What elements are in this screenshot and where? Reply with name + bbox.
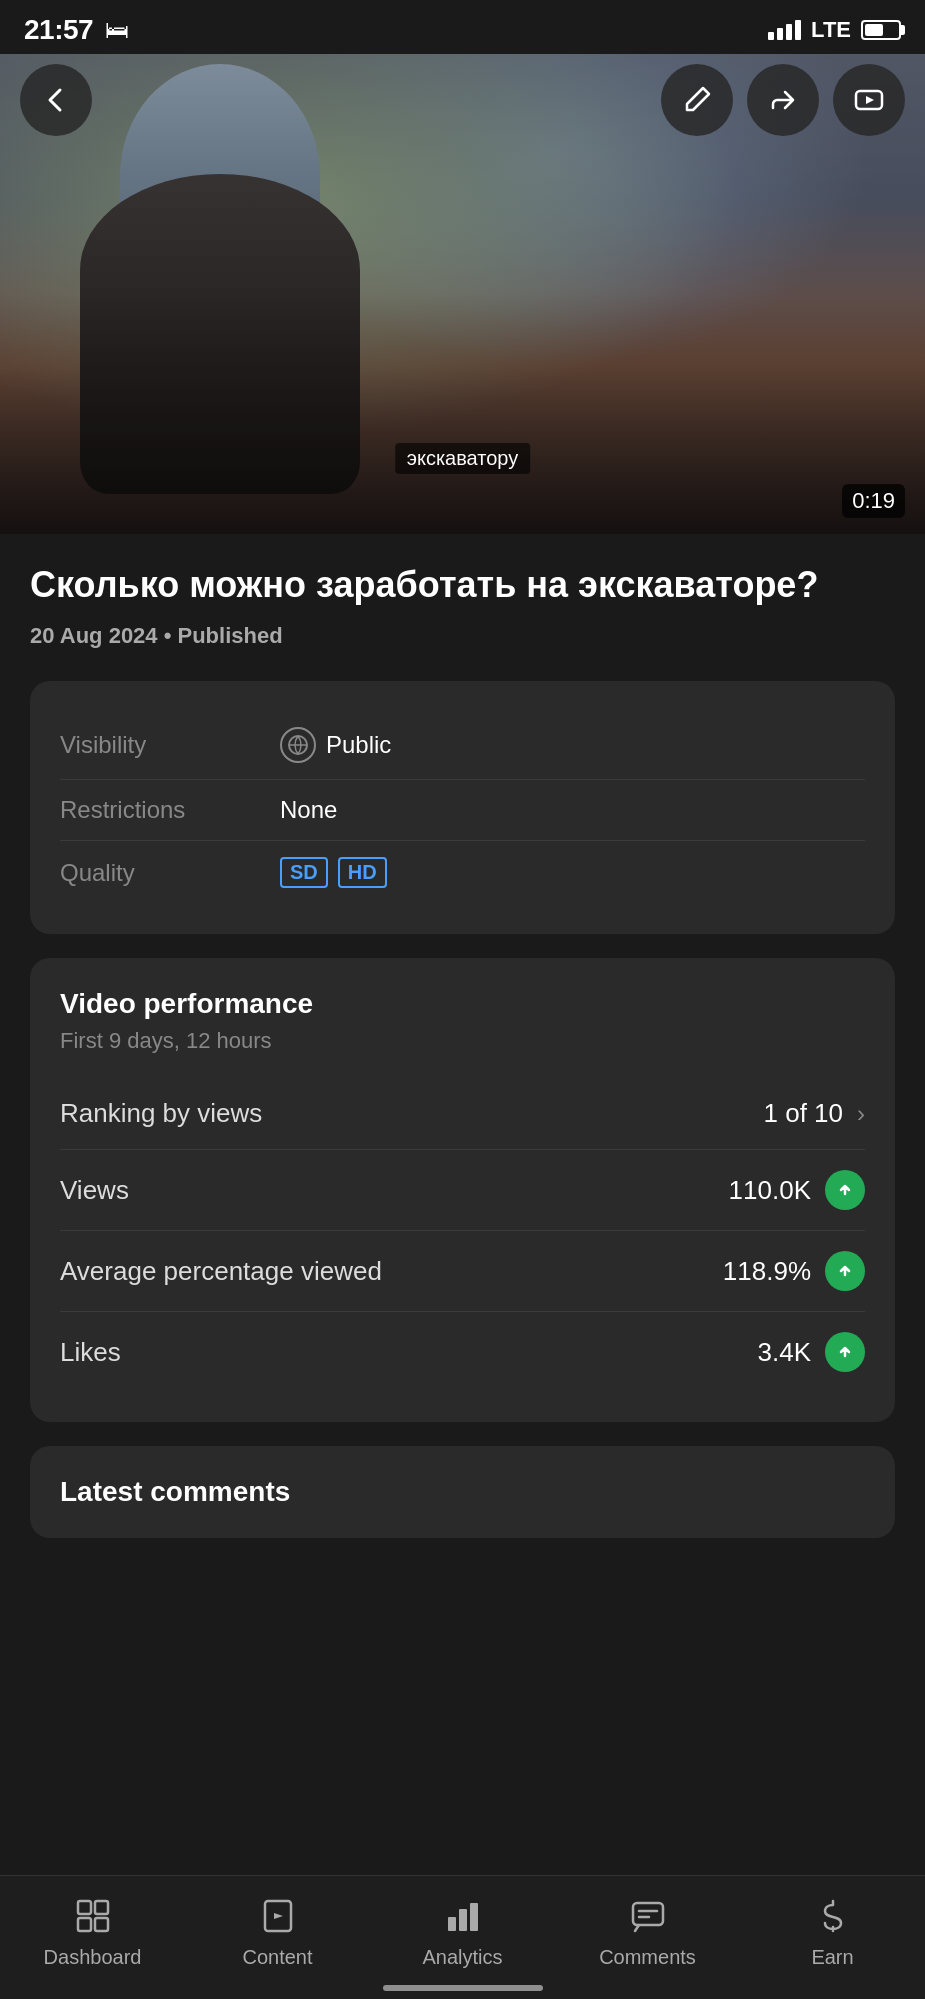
views-value: 110.0K <box>729 1170 865 1210</box>
comments-card: Latest comments <box>30 1446 895 1538</box>
restrictions-value: None <box>280 796 337 824</box>
svg-rect-5 <box>95 1918 108 1931</box>
quality-value: SD HD <box>280 857 387 888</box>
back-button[interactable] <box>20 64 92 136</box>
svg-rect-7 <box>448 1917 456 1931</box>
back-icon <box>40 84 72 116</box>
toolbar-right-buttons <box>661 64 905 136</box>
views-label: Views <box>60 1175 129 1206</box>
svg-rect-4 <box>78 1918 91 1931</box>
edit-icon <box>681 84 713 116</box>
comments-title: Latest comments <box>60 1476 865 1508</box>
quality-row: Quality SD HD <box>60 841 865 904</box>
globe-svg <box>286 733 310 757</box>
quality-label: Quality <box>60 859 280 887</box>
avg-percentage-row: Average percentage viewed 118.9% <box>60 1231 865 1312</box>
home-indicator <box>383 1985 543 1991</box>
views-row: Views 110.0K <box>60 1150 865 1231</box>
ranking-row[interactable]: Ranking by views 1 of 10 › <box>60 1078 865 1150</box>
video-toolbar <box>0 64 925 136</box>
status-bar: 21:57 🛏 LTE <box>0 0 925 54</box>
comments-label: Comments <box>599 1946 696 1969</box>
edit-button[interactable] <box>661 64 733 136</box>
svg-rect-9 <box>470 1903 478 1931</box>
views-number: 110.0K <box>729 1175 811 1206</box>
avg-trend-up-icon <box>825 1251 865 1291</box>
content-icon <box>256 1894 300 1938</box>
earn-icon <box>811 1894 855 1938</box>
likes-value: 3.4K <box>758 1332 866 1372</box>
info-card: Visibility Public Restrictions None Qual… <box>30 681 895 934</box>
video-title: Сколько можно заработать на экскаваторе? <box>30 562 895 607</box>
earn-label: Earn <box>811 1946 853 1969</box>
video-duration-badge: 0:19 <box>842 484 905 518</box>
avg-percentage-number: 118.9% <box>723 1256 811 1287</box>
bottom-spacer <box>30 1562 895 1722</box>
status-icons: LTE <box>768 17 901 43</box>
lte-label: LTE <box>811 17 851 43</box>
nav-dashboard[interactable]: Dashboard <box>33 1894 153 1969</box>
sleep-icon: 🛏 <box>105 16 129 44</box>
svg-rect-10 <box>633 1903 663 1925</box>
views-trend-up-icon <box>825 1170 865 1210</box>
restrictions-row: Restrictions None <box>60 780 865 841</box>
likes-trend-up-icon <box>825 1332 865 1372</box>
nav-analytics[interactable]: Analytics <box>403 1894 523 1969</box>
analytics-icon <box>441 1894 485 1938</box>
signal-bars <box>768 20 801 40</box>
ranking-number: 1 of 10 <box>763 1098 843 1129</box>
video-thumbnail[interactable]: экскаватору 0:19 <box>0 54 925 534</box>
content-label: Content <box>242 1946 312 1969</box>
video-caption-text: экскаватору <box>395 443 531 474</box>
performance-card: Video performance First 9 days, 12 hours… <box>30 958 895 1422</box>
likes-label: Likes <box>60 1337 121 1368</box>
hd-badge: HD <box>338 857 387 888</box>
dashboard-label: Dashboard <box>44 1946 142 1969</box>
svg-rect-3 <box>95 1901 108 1914</box>
globe-icon <box>280 727 316 763</box>
youtube-button[interactable] <box>833 64 905 136</box>
visibility-label: Visibility <box>60 731 280 759</box>
avg-percentage-label: Average percentage viewed <box>60 1256 382 1287</box>
visibility-row: Visibility Public <box>60 711 865 780</box>
share-button[interactable] <box>747 64 819 136</box>
performance-title: Video performance <box>60 988 865 1020</box>
video-meta: 20 Aug 2024 • Published <box>30 623 895 649</box>
nav-comments[interactable]: Comments <box>588 1894 708 1969</box>
sd-badge: SD <box>280 857 328 888</box>
analytics-label: Analytics <box>422 1946 502 1969</box>
bottom-nav: Dashboard Content Analytics <box>0 1875 925 1999</box>
chevron-right-icon: › <box>857 1100 865 1128</box>
visibility-value: Public <box>280 727 391 763</box>
youtube-icon <box>853 84 885 116</box>
svg-rect-2 <box>78 1901 91 1914</box>
ranking-label: Ranking by views <box>60 1098 262 1129</box>
status-time: 21:57 <box>24 14 93 46</box>
battery-icon <box>861 20 901 40</box>
content-area: Сколько можно заработать на экскаваторе?… <box>0 534 925 1722</box>
dashboard-icon <box>71 1894 115 1938</box>
visibility-text: Public <box>326 731 391 759</box>
performance-subtitle: First 9 days, 12 hours <box>60 1028 865 1054</box>
share-icon <box>767 84 799 116</box>
ranking-value: 1 of 10 › <box>763 1098 865 1129</box>
nav-earn[interactable]: Earn <box>773 1894 893 1969</box>
nav-content[interactable]: Content <box>218 1894 338 1969</box>
avg-percentage-value: 118.9% <box>723 1251 865 1291</box>
likes-number: 3.4K <box>758 1337 812 1368</box>
restrictions-label: Restrictions <box>60 796 280 824</box>
likes-row: Likes 3.4K <box>60 1312 865 1392</box>
comments-icon <box>626 1894 670 1938</box>
svg-rect-8 <box>459 1909 467 1931</box>
